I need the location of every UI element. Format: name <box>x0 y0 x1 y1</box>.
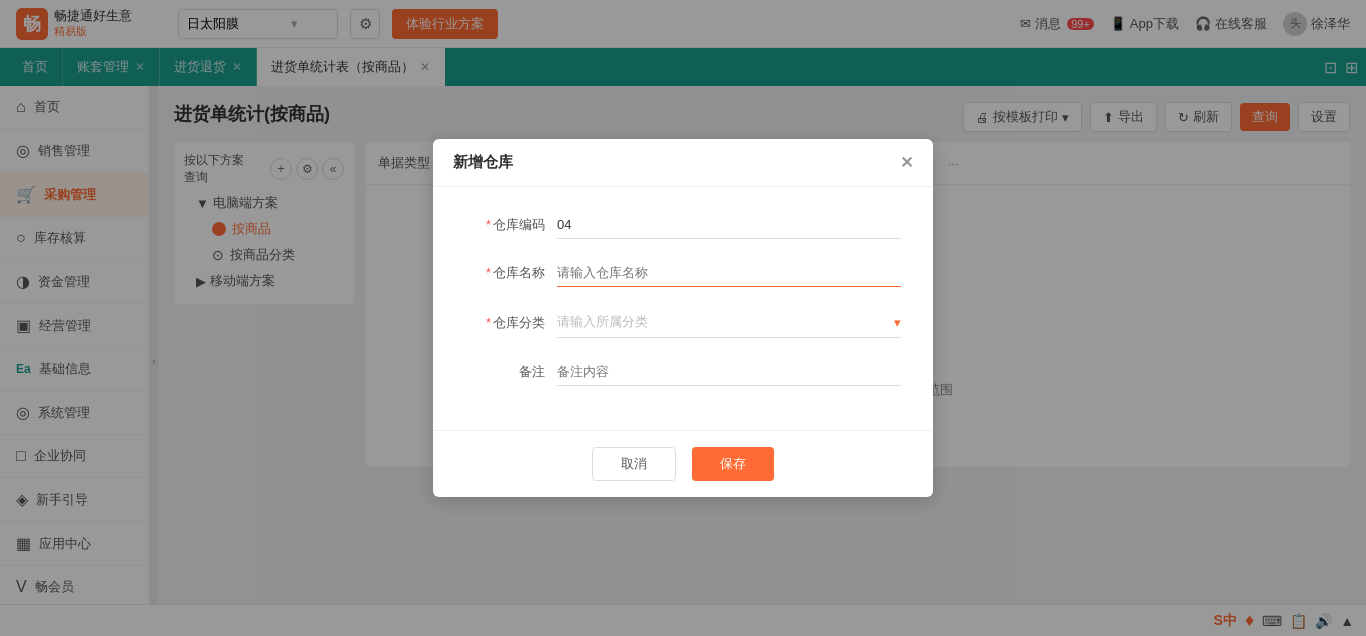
form-row-name: 仓库名称 <box>465 259 901 287</box>
modal-overlay: 新增仓库 ✕ 仓库编码 仓库名称 仓库分类 请输入所属分类 ▾ <box>0 0 1366 636</box>
cancel-button[interactable]: 取消 <box>592 447 676 481</box>
code-label: 仓库编码 <box>465 216 545 234</box>
name-input[interactable] <box>557 259 901 287</box>
modal-header: 新增仓库 ✕ <box>433 139 933 187</box>
code-input[interactable] <box>557 211 901 239</box>
modal-body: 仓库编码 仓库名称 仓库分类 请输入所属分类 ▾ 备注 <box>433 187 933 430</box>
modal-close-button[interactable]: ✕ <box>900 153 913 172</box>
save-button[interactable]: 保存 <box>692 447 774 481</box>
note-label: 备注 <box>465 363 545 381</box>
category-select[interactable]: 请输入所属分类 ▾ <box>557 307 901 338</box>
category-select-arrow-icon: ▾ <box>894 315 901 330</box>
name-label: 仓库名称 <box>465 264 545 282</box>
form-row-code: 仓库编码 <box>465 211 901 239</box>
modal-title: 新增仓库 <box>453 153 513 172</box>
form-row-note: 备注 <box>465 358 901 386</box>
category-label: 仓库分类 <box>465 314 545 332</box>
form-row-category: 仓库分类 请输入所属分类 ▾ <box>465 307 901 338</box>
note-input[interactable] <box>557 358 901 386</box>
category-placeholder: 请输入所属分类 <box>557 313 648 331</box>
modal-footer: 取消 保存 <box>433 430 933 497</box>
new-warehouse-modal: 新增仓库 ✕ 仓库编码 仓库名称 仓库分类 请输入所属分类 ▾ <box>433 139 933 497</box>
